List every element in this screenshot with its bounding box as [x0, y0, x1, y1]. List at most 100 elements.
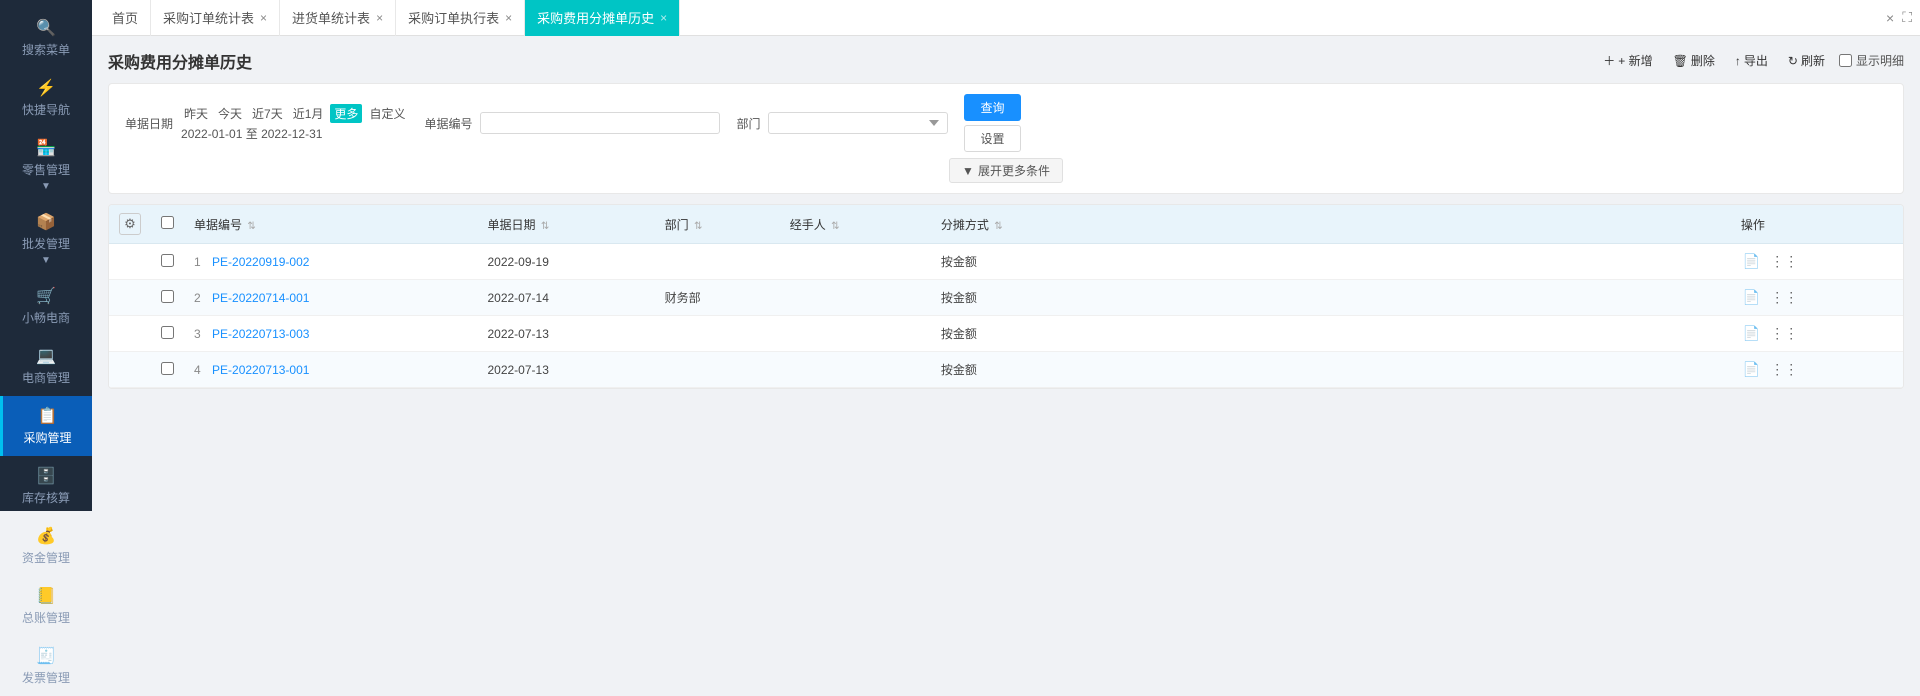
page-header: 采购费用分摊单历史 ＋ + 新增 🗑 删除 ↑ 导出 ↻ 刷新	[108, 48, 1904, 73]
date-shortcuts-group: 昨天 今天 近7天 近1月 更多 自定义 2022-01-01 至 2022-1…	[181, 104, 408, 142]
sidebar-item-finance[interactable]: 💰 资金管理	[0, 516, 92, 576]
row-doc-date: 2022-09-19	[477, 244, 654, 280]
row-checkbox-cell	[151, 316, 184, 352]
refresh-button[interactable]: ↻ 刷新	[1782, 48, 1831, 73]
row-seq-doc-no-cell: 1 PE-20220919-002	[184, 244, 477, 280]
row-actions-cell: 📄 ⋮⋮	[1731, 244, 1903, 280]
quick-nav-icon: ⚡	[36, 78, 56, 98]
row-doc-no-link[interactable]: PE-20220714-001	[212, 291, 309, 305]
sidebar-item-quick-nav[interactable]: ⚡ 快捷导航	[0, 68, 92, 128]
row-checkbox[interactable]	[161, 362, 174, 375]
sidebar-item-purchase[interactable]: 📋 采购管理	[0, 396, 92, 456]
tab-home[interactable]: 首页	[100, 0, 151, 36]
sidebar-item-search[interactable]: 🔍 搜索菜单	[0, 8, 92, 68]
sidebar-item-label: 零售管理	[22, 161, 70, 178]
select-all-checkbox[interactable]	[161, 216, 174, 229]
tab-purchase-inbound[interactable]: 进货单统计表 ×	[280, 0, 396, 36]
sidebar-item-label: 电商管理	[22, 369, 70, 386]
row-more-icon[interactable]: ⋮⋮	[1768, 251, 1800, 272]
delete-icon: 🗑	[1673, 54, 1688, 68]
tab-purchase-exec[interactable]: 采购订单执行表 ×	[396, 0, 525, 36]
doc-no-input[interactable]	[480, 112, 720, 134]
row-doc-no-link[interactable]: PE-20220713-003	[212, 327, 309, 341]
row-checkbox[interactable]	[161, 254, 174, 267]
ledger-icon: 📒	[36, 586, 56, 606]
sidebar-item-retail[interactable]: 🏪 零售管理 ▼	[0, 128, 92, 202]
ecommerce-icon: 💻	[36, 346, 56, 366]
sidebar-item-wholesale[interactable]: 📦 批发管理 ▼	[0, 202, 92, 276]
show-cols-checkbox[interactable]	[1839, 54, 1852, 67]
date-link-more[interactable]: 更多	[330, 104, 362, 123]
row-more-icon[interactable]: ⋮⋮	[1768, 323, 1800, 344]
tab-purchase-summary[interactable]: 采购订单统计表 ×	[151, 0, 280, 36]
sidebar-item-label: 发票管理	[22, 669, 70, 686]
expand-more-button[interactable]: ▼ 展开更多条件	[949, 158, 1063, 183]
row-seq: 3	[194, 327, 201, 341]
tab-close-purchase-exec[interactable]: ×	[505, 11, 512, 25]
row-doc-date: 2022-07-13	[477, 352, 654, 388]
row-edit-icon[interactable]: 📄	[1741, 287, 1762, 308]
row-more-icon[interactable]: ⋮⋮	[1768, 287, 1800, 308]
date-link-1month[interactable]: 近1月	[290, 104, 327, 123]
sidebar-item-ecommerce[interactable]: 💻 电商管理	[0, 336, 92, 396]
row-handler	[780, 280, 931, 316]
retail-icon: 🏪	[36, 138, 56, 158]
row-edit-icon[interactable]: 📄	[1741, 359, 1762, 380]
row-doc-no-link[interactable]: PE-20220919-002	[212, 255, 309, 269]
show-cols-checkbox-label[interactable]: 显示明细	[1839, 52, 1904, 69]
sidebar-item-invoice[interactable]: 🧾 发票管理	[0, 636, 92, 696]
tab-close-all-icon[interactable]: ×	[1886, 10, 1894, 26]
row-checkbox[interactable]	[161, 326, 174, 339]
col-split-method-sort-icon[interactable]: ⇅	[994, 221, 1002, 232]
chevron-down-icon: ▼	[962, 164, 974, 178]
row-split-method: 按金额	[931, 316, 1731, 352]
delete-button[interactable]: 🗑 删除	[1667, 48, 1721, 73]
tab-purchase-fee-history[interactable]: 采购费用分摊单历史 ×	[525, 0, 680, 36]
col-doc-date: 单据日期 ⇅	[477, 205, 654, 244]
sidebar-item-label: 批发管理	[22, 235, 70, 252]
row-seq: 4	[194, 363, 201, 377]
row-edit-icon[interactable]: 📄	[1741, 323, 1762, 344]
date-link-custom[interactable]: 自定义	[366, 104, 408, 123]
date-link-7days[interactable]: 近7天	[249, 104, 286, 123]
row-checkbox-cell	[151, 280, 184, 316]
search-settings-button[interactable]: 设置	[964, 125, 1020, 152]
add-button[interactable]: ＋ + 新增	[1597, 48, 1658, 73]
col-settings-gear-icon[interactable]: ⚙	[119, 213, 141, 235]
tab-purchase-summary-label: 采购订单统计表	[163, 8, 254, 27]
table-row: 4 PE-20220713-001 2022-07-13 按金额 📄 ⋮⋮	[109, 352, 1903, 388]
sidebar-item-mini-shop[interactable]: 🛒 小畅电商	[0, 276, 92, 336]
col-handler-sort-icon[interactable]: ⇅	[831, 221, 839, 232]
tab-bar: 首页 采购订单统计表 × 进货单统计表 × 采购订单执行表 × 采购费用分摊单历…	[92, 0, 1920, 36]
purchase-icon: 📋	[38, 406, 58, 426]
sidebar-item-label: 资金管理	[22, 549, 70, 566]
row-handler	[780, 244, 931, 280]
col-doc-date-sort-icon[interactable]: ⇅	[541, 221, 549, 232]
row-more-icon[interactable]: ⋮⋮	[1768, 359, 1800, 380]
sidebar-item-inventory[interactable]: 🗄️ 库存核算	[0, 456, 92, 516]
mini-shop-icon: 🛒	[36, 286, 56, 306]
tab-close-purchase-summary[interactable]: ×	[260, 11, 267, 25]
dept-select[interactable]	[768, 112, 948, 134]
sidebar: 🔍 搜索菜单 ⚡ 快捷导航 🏪 零售管理 ▼ 📦 批发管理 ▼ 🛒 小畅电商 💻…	[0, 0, 92, 511]
table-row: 2 PE-20220714-001 2022-07-14 财务部 按金额 📄 ⋮…	[109, 280, 1903, 316]
export-button[interactable]: ↑ 导出	[1729, 48, 1774, 73]
col-settings: ⚙	[109, 205, 151, 244]
row-edit-icon[interactable]: 📄	[1741, 251, 1762, 272]
table-header-row: ⚙ 单据编号 ⇅ 单据日期 ⇅	[109, 205, 1903, 244]
tab-close-purchase-inbound[interactable]: ×	[376, 11, 383, 25]
row-doc-no-link[interactable]: PE-20220713-001	[212, 363, 309, 377]
tab-maximize-icon[interactable]: ⛶	[1902, 9, 1912, 26]
row-doc-date: 2022-07-13	[477, 316, 654, 352]
col-doc-no-sort-icon[interactable]: ⇅	[247, 221, 255, 232]
row-checkbox[interactable]	[161, 290, 174, 303]
date-range-display: 2022-01-01 至 2022-12-31	[181, 125, 408, 142]
date-link-today[interactable]: 今天	[215, 104, 245, 123]
query-button[interactable]: 查询	[964, 94, 1020, 121]
date-link-yesterday[interactable]: 昨天	[181, 104, 211, 123]
col-dept-sort-icon[interactable]: ⇅	[694, 221, 702, 232]
row-dept	[655, 316, 780, 352]
tab-close-purchase-fee-history[interactable]: ×	[660, 11, 667, 25]
col-dept-label: 部门	[665, 218, 689, 232]
sidebar-item-ledger[interactable]: 📒 总账管理	[0, 576, 92, 636]
